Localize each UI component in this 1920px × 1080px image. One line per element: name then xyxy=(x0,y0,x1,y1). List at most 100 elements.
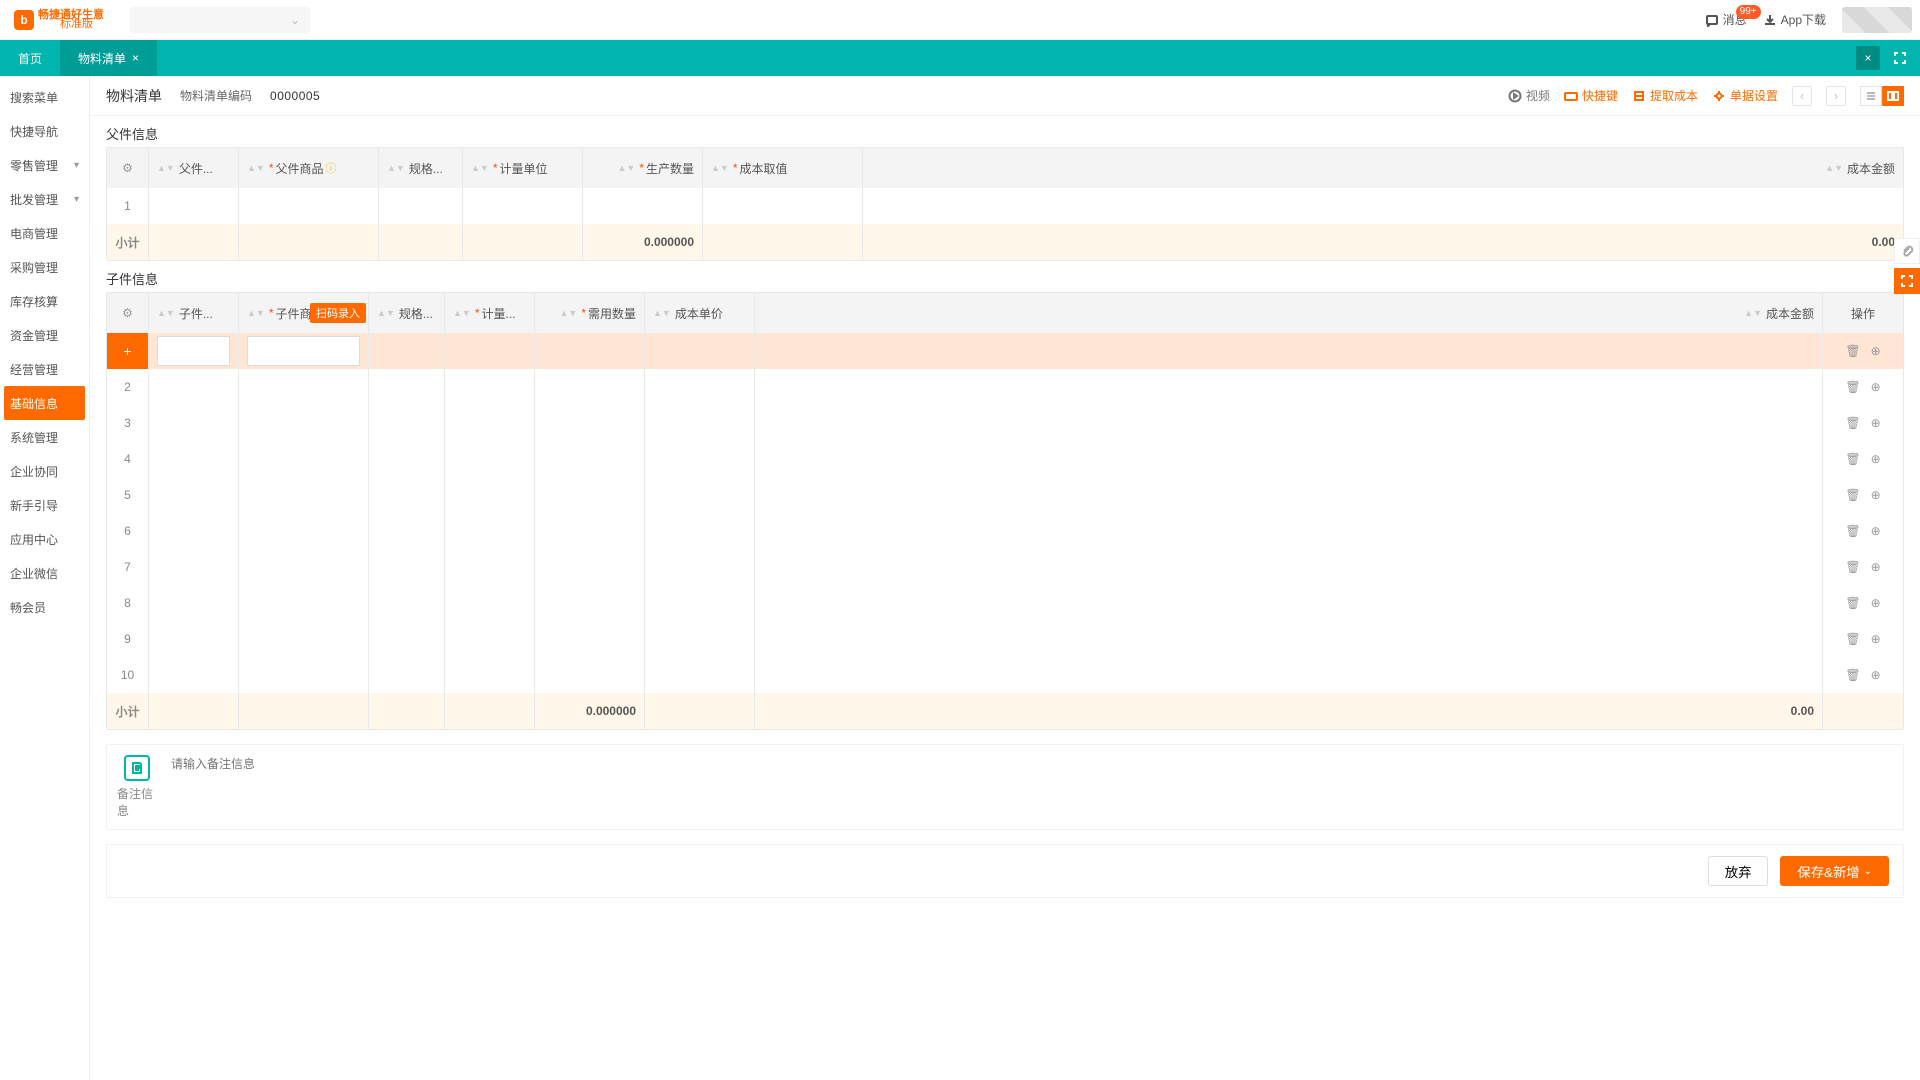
col-child-code[interactable]: ▲▼子件... xyxy=(149,293,239,333)
col-cost-source[interactable]: ▲▼*成本取值 xyxy=(703,148,863,188)
sidebar-item[interactable]: 采购管理 xyxy=(0,250,89,284)
col-parent-qty[interactable]: ▲▼*生产数量 xyxy=(583,148,703,188)
prev-record-button[interactable]: ‹ xyxy=(1792,86,1812,106)
note-icon xyxy=(124,755,150,781)
delete-row-button[interactable]: 🗑 xyxy=(1845,488,1860,502)
child-row[interactable]: 8🗑⊕ xyxy=(107,585,1903,621)
child-row[interactable]: 3🗑⊕ xyxy=(107,405,1903,441)
sidebar-item-label: 企业协同 xyxy=(10,463,58,480)
col-parent-uom-label: 计量单位 xyxy=(500,160,548,177)
sidebar-item[interactable]: 批发管理▾ xyxy=(0,182,89,216)
video-link[interactable]: 视频 xyxy=(1508,87,1550,104)
sidebar-item[interactable]: 系统管理 xyxy=(0,420,89,454)
col-parent-uom[interactable]: ▲▼*计量单位 xyxy=(463,148,583,188)
col-child-product[interactable]: ▲▼*子件商...扫码录入 xyxy=(239,293,369,333)
child-row[interactable]: 10🗑⊕ xyxy=(107,657,1903,693)
copy-row-button[interactable]: ⊕ xyxy=(1871,380,1881,394)
fullscreen-icon[interactable] xyxy=(1888,46,1912,70)
col-parent-code[interactable]: ▲▼父件... xyxy=(149,148,239,188)
cancel-button-label: 放弃 xyxy=(1725,862,1752,881)
sidebar-item[interactable]: 搜索菜单 xyxy=(0,80,89,114)
child-row[interactable]: 5🗑⊕ xyxy=(107,477,1903,513)
sidebar-item[interactable]: 库存核算 xyxy=(0,284,89,318)
cancel-button[interactable]: 放弃 xyxy=(1708,856,1769,886)
delete-row-button[interactable]: 🗑 xyxy=(1845,452,1860,466)
col-unit-cost[interactable]: ▲▼成本单价 xyxy=(645,293,755,333)
col-child-spec[interactable]: ▲▼规格... xyxy=(369,293,445,333)
close-icon[interactable]: × xyxy=(132,51,139,65)
child-product-input[interactable] xyxy=(247,336,360,366)
messages-button[interactable]: 消息 99+ xyxy=(1705,11,1747,28)
child-row[interactable]: + 🗑 ⊕ xyxy=(107,333,1903,369)
view-list-button[interactable] xyxy=(1860,86,1882,106)
extract-cost-link[interactable]: 提取成本 xyxy=(1632,87,1698,104)
copy-row-button[interactable]: ⊕ xyxy=(1871,416,1881,430)
next-record-button[interactable]: › xyxy=(1826,86,1846,106)
delete-row-button[interactable]: 🗑 xyxy=(1845,632,1860,646)
delete-row-button[interactable]: 🗑 xyxy=(1845,380,1860,394)
col-child-uom[interactable]: ▲▼*计量... xyxy=(445,293,535,333)
sidebar-item-label: 搜索菜单 xyxy=(10,89,58,106)
tab-bom[interactable]: 物料清单 × xyxy=(60,40,157,76)
parent-subtotal-label: 小计 xyxy=(107,224,149,260)
add-row-button[interactable]: + xyxy=(119,342,137,360)
sidebar-item[interactable]: 电商管理 xyxy=(0,216,89,250)
child-row[interactable]: 6🗑⊕ xyxy=(107,513,1903,549)
sidebar-item[interactable]: 零售管理▾ xyxy=(0,148,89,182)
column-settings-button[interactable]: ⚙ xyxy=(107,148,149,188)
doc-settings-link[interactable]: 单据设置 xyxy=(1712,87,1778,104)
child-row[interactable]: 9🗑⊕ xyxy=(107,621,1903,657)
remark-input[interactable] xyxy=(171,755,1893,799)
col-child-amount[interactable]: ▲▼成本金额 xyxy=(755,293,1823,333)
delete-row-button[interactable]: 🗑 xyxy=(1845,668,1860,682)
delete-row-button[interactable]: 🗑 xyxy=(1845,344,1860,358)
child-row[interactable]: 4🗑⊕ xyxy=(107,441,1903,477)
app-download-button[interactable]: App下载 xyxy=(1763,11,1826,28)
sidebar-item[interactable]: 企业协同 xyxy=(0,454,89,488)
sidebar-item[interactable]: 快捷导航 xyxy=(0,114,89,148)
sidebar-item[interactable]: 新手引导 xyxy=(0,488,89,522)
tab-close-all[interactable]: × xyxy=(1856,46,1880,70)
copy-row-button[interactable]: ⊕ xyxy=(1871,560,1881,574)
copy-row-button[interactable]: ⊕ xyxy=(1871,488,1881,502)
copy-row-button[interactable]: ⊕ xyxy=(1871,596,1881,610)
user-avatar[interactable] xyxy=(1842,7,1912,33)
parent-row[interactable]: 1 xyxy=(107,188,1903,224)
delete-row-button[interactable]: 🗑 xyxy=(1845,596,1860,610)
delete-row-button[interactable]: 🗑 xyxy=(1845,416,1860,430)
copy-row-button[interactable]: ⊕ xyxy=(1871,344,1881,358)
org-selector[interactable]: ⌄ xyxy=(130,7,310,33)
copy-row-button[interactable]: ⊕ xyxy=(1871,632,1881,646)
sidebar-item[interactable]: 基础信息 xyxy=(4,386,85,420)
child-column-settings-button[interactable]: ⚙ xyxy=(107,293,149,333)
attachment-button[interactable] xyxy=(1894,238,1920,264)
col-parent-amount[interactable]: ▲▼成本金额 xyxy=(863,148,1903,188)
hotkey-link[interactable]: 快捷键 xyxy=(1564,87,1618,104)
col-child-code-label: 子件... xyxy=(179,305,213,322)
tab-home[interactable]: 首页 xyxy=(0,40,60,76)
view-form-button[interactable] xyxy=(1882,86,1904,106)
sidebar-item[interactable]: 资金管理 xyxy=(0,318,89,352)
copy-row-button[interactable]: ⊕ xyxy=(1871,452,1881,466)
sidebar-item[interactable]: 应用中心 xyxy=(0,522,89,556)
copy-row-button[interactable]: ⊕ xyxy=(1871,524,1881,538)
child-row[interactable]: 2🗑⊕ xyxy=(107,369,1903,405)
col-parent-product-label: 父件商品 xyxy=(276,160,324,177)
scan-entry-badge[interactable]: 扫码录入 xyxy=(310,303,366,323)
sidebar-item[interactable]: 经营管理 xyxy=(0,352,89,386)
help-icon[interactable]: ⓘ xyxy=(326,160,337,176)
copy-row-button[interactable]: ⊕ xyxy=(1871,668,1881,682)
col-child-qty[interactable]: ▲▼*需用数量 xyxy=(535,293,645,333)
sidebar-item[interactable]: 畅会员 xyxy=(0,590,89,624)
delete-row-button[interactable]: 🗑 xyxy=(1845,560,1860,574)
expand-button[interactable] xyxy=(1894,268,1920,294)
col-parent-product[interactable]: ▲▼*父件商品ⓘ xyxy=(239,148,379,188)
child-row[interactable]: 7🗑⊕ xyxy=(107,549,1903,585)
sidebar-item-label: 系统管理 xyxy=(10,429,58,446)
child-code-input[interactable] xyxy=(157,336,230,366)
col-parent-spec[interactable]: ▲▼规格... xyxy=(379,148,463,188)
delete-row-button[interactable]: 🗑 xyxy=(1845,524,1860,538)
sidebar-item[interactable]: 企业微信 xyxy=(0,556,89,590)
save-and-new-button[interactable]: 保存&新增⌄ xyxy=(1780,856,1889,886)
sidebar-item-label: 批发管理 xyxy=(10,191,58,208)
